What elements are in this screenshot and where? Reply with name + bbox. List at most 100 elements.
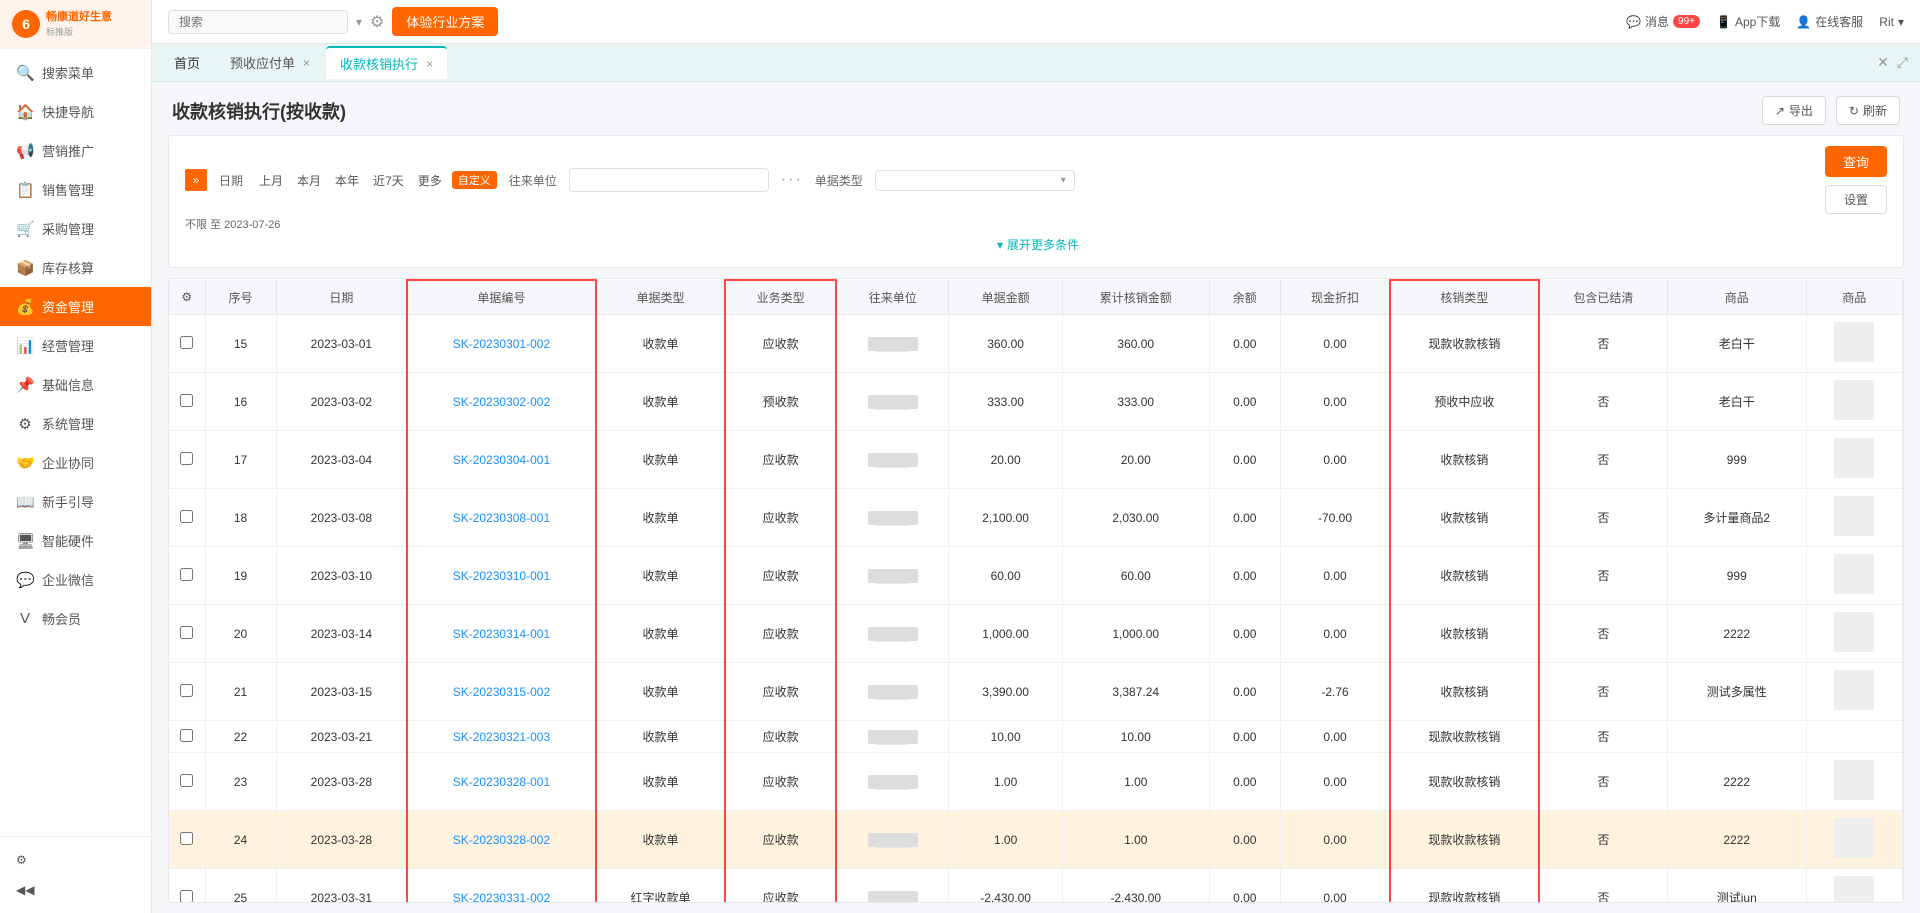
sidebar-item-quick-nav[interactable]: 🏠快捷导航: [0, 92, 151, 131]
tab-collection-close[interactable]: ×: [426, 57, 433, 71]
setting-button[interactable]: 设置: [1825, 185, 1887, 214]
topbar-arrow-icon[interactable]: ▾: [356, 15, 362, 29]
filter-date-7days[interactable]: 近7天: [369, 170, 408, 191]
filter-date-cur-year[interactable]: 本年: [331, 170, 363, 191]
sidebar-item-hardware[interactable]: 🖥智能硬件: [0, 521, 151, 560]
cell-verifyamount-4: 60.00: [1062, 547, 1209, 605]
cell-checkbox-2[interactable]: [169, 431, 205, 489]
row-checkbox-0[interactable]: [180, 336, 193, 349]
cell-billno-3[interactable]: SK-20230308-001: [407, 489, 596, 547]
cell-checkbox-5[interactable]: [169, 605, 205, 663]
bill-no-link-10[interactable]: SK-20230331-002: [453, 891, 550, 904]
bill-no-link-5[interactable]: SK-20230314-001: [453, 627, 550, 641]
row-checkbox-2[interactable]: [180, 452, 193, 465]
cell-checkbox-1[interactable]: [169, 373, 205, 431]
filter-bill-type-select[interactable]: ▾: [875, 170, 1075, 191]
service-label: 在线客服: [1815, 13, 1863, 30]
row-checkbox-7[interactable]: [180, 729, 193, 742]
topbar-online-service[interactable]: 👤 在线客服: [1796, 13, 1863, 30]
cell-billno-5[interactable]: SK-20230314-001: [407, 605, 596, 663]
filter-expand-icon[interactable]: »: [185, 169, 207, 191]
tab-prepay-close[interactable]: ×: [303, 56, 310, 70]
sidebar-bottom-collapse[interactable]: ◀◀: [0, 875, 151, 905]
bill-no-link-7[interactable]: SK-20230321-003: [453, 730, 550, 744]
tab-prepay[interactable]: 预收应付单 ×: [216, 47, 324, 78]
row-checkbox-1[interactable]: [180, 394, 193, 407]
bill-no-link-9[interactable]: SK-20230328-002: [453, 833, 550, 847]
filter-unit-input[interactable]: [569, 168, 769, 192]
bill-no-link-1[interactable]: SK-20230302-002: [453, 395, 550, 409]
row-checkbox-3[interactable]: [180, 510, 193, 523]
row-checkbox-9[interactable]: [180, 832, 193, 845]
row-checkbox-5[interactable]: [180, 626, 193, 639]
cell-checkbox-0[interactable]: [169, 315, 205, 373]
cell-rownum-6: 21: [205, 663, 276, 721]
bill-no-link-6[interactable]: SK-20230315-002: [453, 685, 550, 699]
cell-billno-10[interactable]: SK-20230331-002: [407, 869, 596, 904]
cell-billno-2[interactable]: SK-20230304-001: [407, 431, 596, 489]
th-settings[interactable]: ⚙: [169, 280, 205, 315]
cell-checkbox-8[interactable]: [169, 753, 205, 811]
cell-checkbox-4[interactable]: [169, 547, 205, 605]
sidebar-item-operation[interactable]: 📊经营管理: [0, 326, 151, 365]
sidebar-item-purchase[interactable]: 🛒采购管理: [0, 209, 151, 248]
cell-billno-9[interactable]: SK-20230328-002: [407, 811, 596, 869]
bill-no-link-0[interactable]: SK-20230301-002: [453, 337, 550, 351]
bill-no-link-2[interactable]: SK-20230304-001: [453, 453, 550, 467]
sidebar-item-marketing[interactable]: 📢营销推广: [0, 131, 151, 170]
filter-date-custom[interactable]: 自定义: [452, 171, 497, 189]
topbar-search-input[interactable]: [168, 10, 348, 34]
sidebar-item-search[interactable]: 🔍搜索菜单: [0, 53, 151, 92]
query-button[interactable]: 查询: [1825, 146, 1887, 177]
sidebar-item-enterprise[interactable]: 🤝企业协同: [0, 443, 151, 482]
tab-collection[interactable]: 收款核销执行 ×: [326, 46, 447, 79]
row-checkbox-8[interactable]: [180, 774, 193, 787]
sidebar-bottom-settings[interactable]: ⚙: [0, 845, 151, 875]
cell-billno-1[interactable]: SK-20230302-002: [407, 373, 596, 431]
sidebar-item-guide[interactable]: 📖新手引导: [0, 482, 151, 521]
topbar-user[interactable]: Rit ▾: [1879, 15, 1904, 29]
cell-billno-0[interactable]: SK-20230301-002: [407, 315, 596, 373]
sales-icon: 📋: [16, 181, 34, 199]
cell-billno-7[interactable]: SK-20230321-003: [407, 721, 596, 753]
cell-billno-4[interactable]: SK-20230310-001: [407, 547, 596, 605]
sidebar-item-basic[interactable]: 📌基础信息: [0, 365, 151, 404]
cell-biztype-3: 应收款: [725, 489, 836, 547]
filter-unit-dots[interactable]: ···: [781, 171, 803, 189]
topbar-gear-icon[interactable]: ⚙: [370, 12, 384, 32]
bill-no-link-8[interactable]: SK-20230328-001: [453, 775, 550, 789]
tab-close-btn[interactable]: ✕: [1877, 54, 1889, 71]
row-checkbox-6[interactable]: [180, 684, 193, 697]
filter-date-more[interactable]: 更多: [414, 170, 446, 191]
cell-checkbox-9[interactable]: [169, 811, 205, 869]
export-button[interactable]: ↗ 导出: [1762, 96, 1826, 125]
topbar-app-download[interactable]: 📱 App下载: [1716, 13, 1780, 30]
sidebar-item-sales[interactable]: 📋销售管理: [0, 170, 151, 209]
expand-more-btn[interactable]: ▾ 展开更多条件: [185, 232, 1887, 257]
cell-checkbox-7[interactable]: [169, 721, 205, 753]
cell-billno-8[interactable]: SK-20230328-001: [407, 753, 596, 811]
cell-verifytype-7: 现款收款核销: [1390, 721, 1539, 753]
tab-home[interactable]: 首页: [160, 47, 214, 78]
filter-date-prev-month[interactable]: 上月: [255, 170, 287, 191]
sidebar-item-inventory[interactable]: 📦库存核算: [0, 248, 151, 287]
sidebar-item-system[interactable]: ⚙系统管理: [0, 404, 151, 443]
cell-checkbox-10[interactable]: [169, 869, 205, 904]
table-row: 15 2023-03-01 SK-20230301-002 收款单 应收款 ██…: [169, 315, 1903, 373]
bill-no-link-3[interactable]: SK-20230308-001: [453, 511, 550, 525]
sidebar-item-member[interactable]: V畅会员: [0, 599, 151, 638]
row-checkbox-4[interactable]: [180, 568, 193, 581]
filter-date-cur-month[interactable]: 本月: [293, 170, 325, 191]
industry-solution-button[interactable]: 体验行业方案: [392, 7, 498, 36]
row-checkbox-10[interactable]: [180, 890, 193, 903]
sidebar-item-wechat[interactable]: 💬企业微信: [0, 560, 151, 599]
cell-date-5: 2023-03-14: [276, 605, 407, 663]
cell-checkbox-3[interactable]: [169, 489, 205, 547]
bill-no-link-4[interactable]: SK-20230310-001: [453, 569, 550, 583]
topbar-message[interactable]: 💬 消息 99+: [1626, 13, 1700, 30]
cell-billno-6[interactable]: SK-20230315-002: [407, 663, 596, 721]
cell-checkbox-6[interactable]: [169, 663, 205, 721]
sidebar-item-finance[interactable]: 💰资金管理: [0, 287, 151, 326]
refresh-button[interactable]: ↻ 刷新: [1836, 96, 1900, 125]
tab-expand-btn[interactable]: ⤢: [1897, 54, 1908, 71]
